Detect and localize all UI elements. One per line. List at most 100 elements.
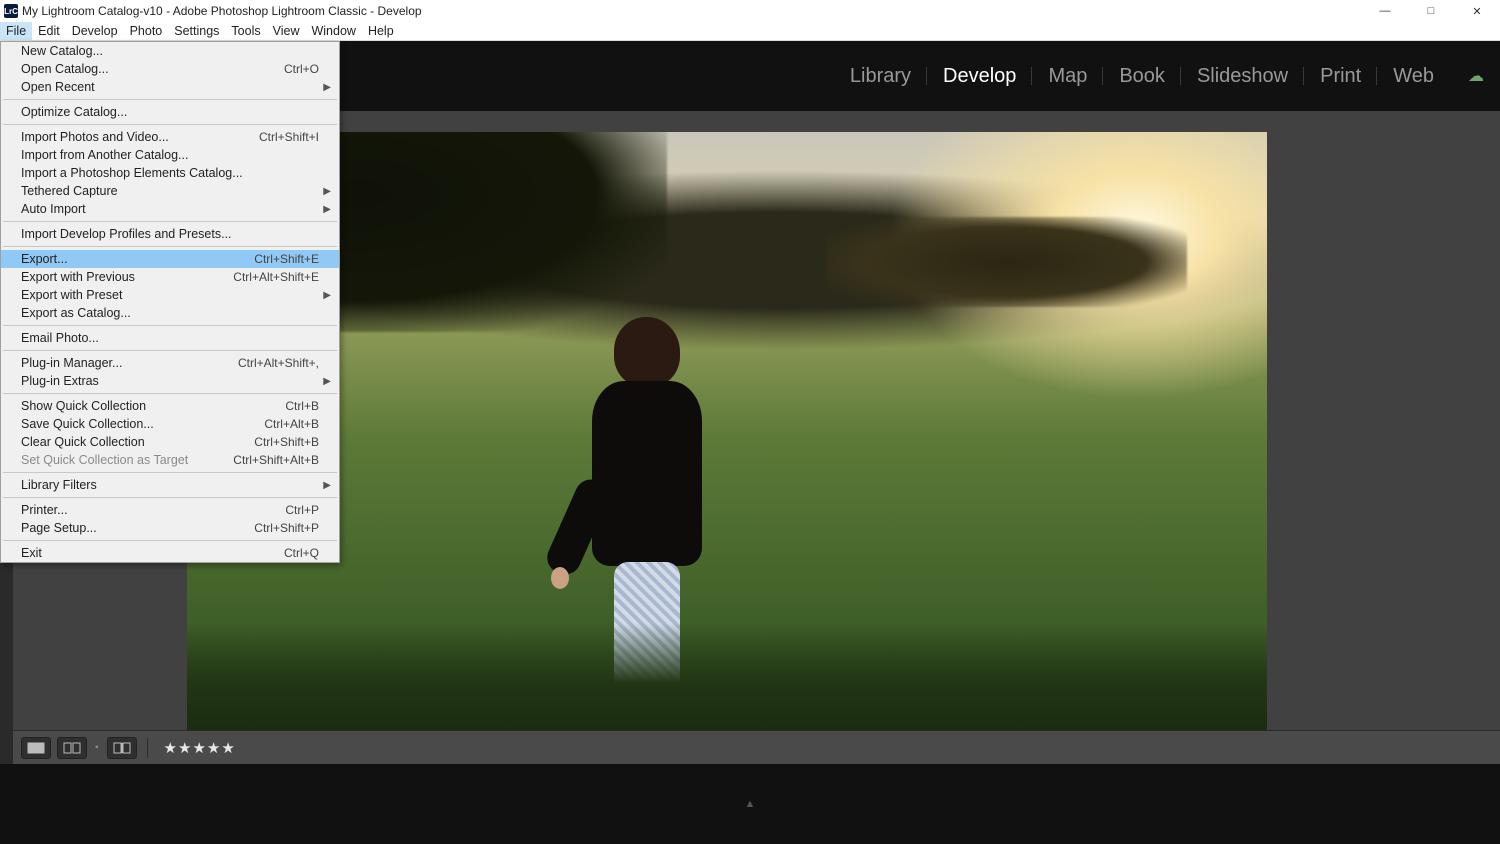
menu-item-email-photo[interactable]: Email Photo...	[1, 329, 339, 347]
menu-separator	[3, 472, 337, 473]
module-web[interactable]: Web	[1377, 61, 1450, 92]
menu-item-open-catalog[interactable]: Open Catalog...Ctrl+O	[1, 60, 339, 78]
menu-item-save-quick-collection[interactable]: Save Quick Collection...Ctrl+Alt+B	[1, 415, 339, 433]
menu-item-label: Exit	[21, 546, 42, 560]
chevron-right-icon: ▶	[323, 186, 331, 197]
menu-item-export[interactable]: Export... Ctrl+Shift+E	[1, 250, 339, 268]
menubar: FileEditDevelopPhotoSettingsToolsViewWin…	[0, 22, 1500, 41]
menu-item-label: Import Develop Profiles and Presets...	[21, 227, 232, 241]
window-title: My Lightroom Catalog-v10 - Adobe Photosh…	[22, 4, 422, 18]
menu-settings[interactable]: Settings	[168, 22, 225, 40]
module-develop[interactable]: Develop	[927, 61, 1032, 92]
menu-item-label: Printer...	[21, 503, 68, 517]
menu-item-import-develop-profiles-and-presets[interactable]: Import Develop Profiles and Presets...	[1, 225, 339, 243]
menu-item-label: Optimize Catalog...	[21, 105, 127, 119]
menu-item-label: Import Photos and Video...	[21, 130, 169, 144]
menu-item-shortcut: Ctrl+Shift+Alt+B	[233, 453, 319, 467]
menu-item-open-recent[interactable]: Open Recent▶	[1, 78, 339, 96]
menu-view[interactable]: View	[267, 22, 306, 40]
chevron-right-icon: ▶	[323, 204, 331, 215]
menu-item-label: Plug-in Manager...	[21, 356, 122, 370]
menu-item-label: Clear Quick Collection	[21, 435, 145, 449]
menu-item-set-quick-collection-as-target: Set Quick Collection as Target Ctrl+Shift…	[1, 451, 339, 469]
menu-file[interactable]: File	[0, 22, 32, 40]
menu-item-export-as-catalog[interactable]: Export as Catalog...	[1, 304, 339, 322]
menu-item-optimize-catalog[interactable]: Optimize Catalog...	[1, 103, 339, 121]
menu-item-label: Auto Import	[21, 202, 86, 216]
menu-item-export-with-previous[interactable]: Export with PreviousCtrl+Alt+Shift+E	[1, 268, 339, 286]
menu-separator	[3, 540, 337, 541]
module-slideshow[interactable]: Slideshow	[1181, 61, 1304, 92]
menu-help[interactable]: Help	[362, 22, 400, 40]
menu-tools[interactable]: Tools	[225, 22, 266, 40]
menu-item-shortcut: Ctrl+B	[285, 399, 319, 413]
minimize-button[interactable]: —	[1362, 0, 1408, 22]
menu-item-label: Tethered Capture	[21, 184, 118, 198]
filmstrip-expand-icon[interactable]: ▲	[745, 798, 756, 810]
module-print[interactable]: Print	[1304, 61, 1377, 92]
menu-item-exit[interactable]: Exit Ctrl+Q	[1, 544, 339, 562]
rating-stars[interactable]: ★★★★★	[164, 739, 236, 757]
menu-item-export-with-preset[interactable]: Export with Preset▶	[1, 286, 339, 304]
module-picker: LibraryDevelopMapBookSlideshowPrintWeb	[834, 61, 1450, 92]
module-map[interactable]: Map	[1032, 61, 1103, 92]
menu-item-shortcut: Ctrl+Shift+I	[259, 130, 319, 144]
maximize-button[interactable]: □	[1408, 0, 1454, 22]
menu-develop[interactable]: Develop	[66, 22, 124, 40]
menu-item-plug-in-extras[interactable]: Plug-in Extras▶	[1, 372, 339, 390]
menu-separator	[3, 246, 337, 247]
menu-item-page-setup[interactable]: Page Setup...Ctrl+Shift+P	[1, 519, 339, 537]
menu-item-label: Import from Another Catalog...	[21, 148, 188, 162]
menu-item-shortcut: Ctrl+P	[285, 503, 319, 517]
menu-item-label: Open Recent	[21, 80, 95, 94]
menu-item-label: Save Quick Collection...	[21, 417, 154, 431]
close-button[interactable]: ✕	[1454, 0, 1500, 22]
menu-item-shortcut: Ctrl+Shift+E	[254, 252, 319, 266]
menu-item-auto-import[interactable]: Auto Import ▶	[1, 200, 339, 218]
toolbar-separator	[147, 738, 148, 758]
menu-item-label: Show Quick Collection	[21, 399, 146, 413]
menu-item-label: Export...	[21, 252, 68, 266]
before-after-lr-button[interactable]	[57, 737, 87, 759]
menu-item-label: Library Filters	[21, 478, 97, 492]
menu-item-tethered-capture[interactable]: Tethered Capture ▶	[1, 182, 339, 200]
menu-photo[interactable]: Photo	[124, 22, 169, 40]
menu-item-import-from-another-catalog[interactable]: Import from Another Catalog...	[1, 146, 339, 164]
file-menu-dropdown: New Catalog...Open Catalog...Ctrl+OOpen …	[0, 41, 340, 563]
menu-separator	[3, 350, 337, 351]
before-after-tb-button[interactable]	[107, 737, 137, 759]
menu-separator	[3, 124, 337, 125]
menu-item-library-filters[interactable]: Library Filters▶	[1, 476, 339, 494]
menu-item-import-photos-and-video[interactable]: Import Photos and Video... Ctrl+Shift+I	[1, 128, 339, 146]
filmstrip[interactable]: ▲	[0, 764, 1500, 844]
view-mode-expand-icon[interactable]: ▪	[93, 742, 101, 753]
menu-item-printer[interactable]: Printer... Ctrl+P	[1, 501, 339, 519]
menu-item-label: Export as Catalog...	[21, 306, 131, 320]
menu-separator	[3, 221, 337, 222]
menu-item-label: New Catalog...	[21, 44, 103, 58]
menu-separator	[3, 99, 337, 100]
window-titlebar: LrC My Lightroom Catalog-v10 - Adobe Pho…	[0, 0, 1500, 22]
module-book[interactable]: Book	[1103, 61, 1181, 92]
menu-item-label: Set Quick Collection as Target	[21, 453, 188, 467]
menu-item-new-catalog[interactable]: New Catalog...	[1, 42, 339, 60]
menu-window[interactable]: Window	[305, 22, 361, 40]
develop-toolbar: ▪ ★★★★★	[13, 730, 1500, 764]
loupe-view-button[interactable]	[21, 737, 51, 759]
menu-item-shortcut: Ctrl+Alt+Shift+,	[238, 356, 319, 370]
app-icon: LrC	[4, 4, 18, 18]
menu-item-shortcut: Ctrl+Q	[284, 546, 319, 560]
menu-item-import-a-photoshop-elements-catalog[interactable]: Import a Photoshop Elements Catalog...	[1, 164, 339, 182]
menu-item-label: Email Photo...	[21, 331, 99, 345]
menu-item-show-quick-collection[interactable]: Show Quick Collection Ctrl+B	[1, 397, 339, 415]
menu-edit[interactable]: Edit	[32, 22, 66, 40]
menu-item-clear-quick-collection[interactable]: Clear Quick Collection Ctrl+Shift+B	[1, 433, 339, 451]
module-library[interactable]: Library	[834, 61, 927, 92]
menu-item-label: Plug-in Extras	[21, 374, 99, 388]
right-panel-collapsed[interactable]: ▾	[1440, 111, 1500, 764]
menu-item-shortcut: Ctrl+Shift+B	[254, 435, 319, 449]
menu-separator	[3, 497, 337, 498]
cloud-sync-icon[interactable]: ☁	[1468, 66, 1484, 86]
window-controls: — □ ✕	[1362, 0, 1500, 22]
menu-item-plug-in-manager[interactable]: Plug-in Manager... Ctrl+Alt+Shift+,	[1, 354, 339, 372]
